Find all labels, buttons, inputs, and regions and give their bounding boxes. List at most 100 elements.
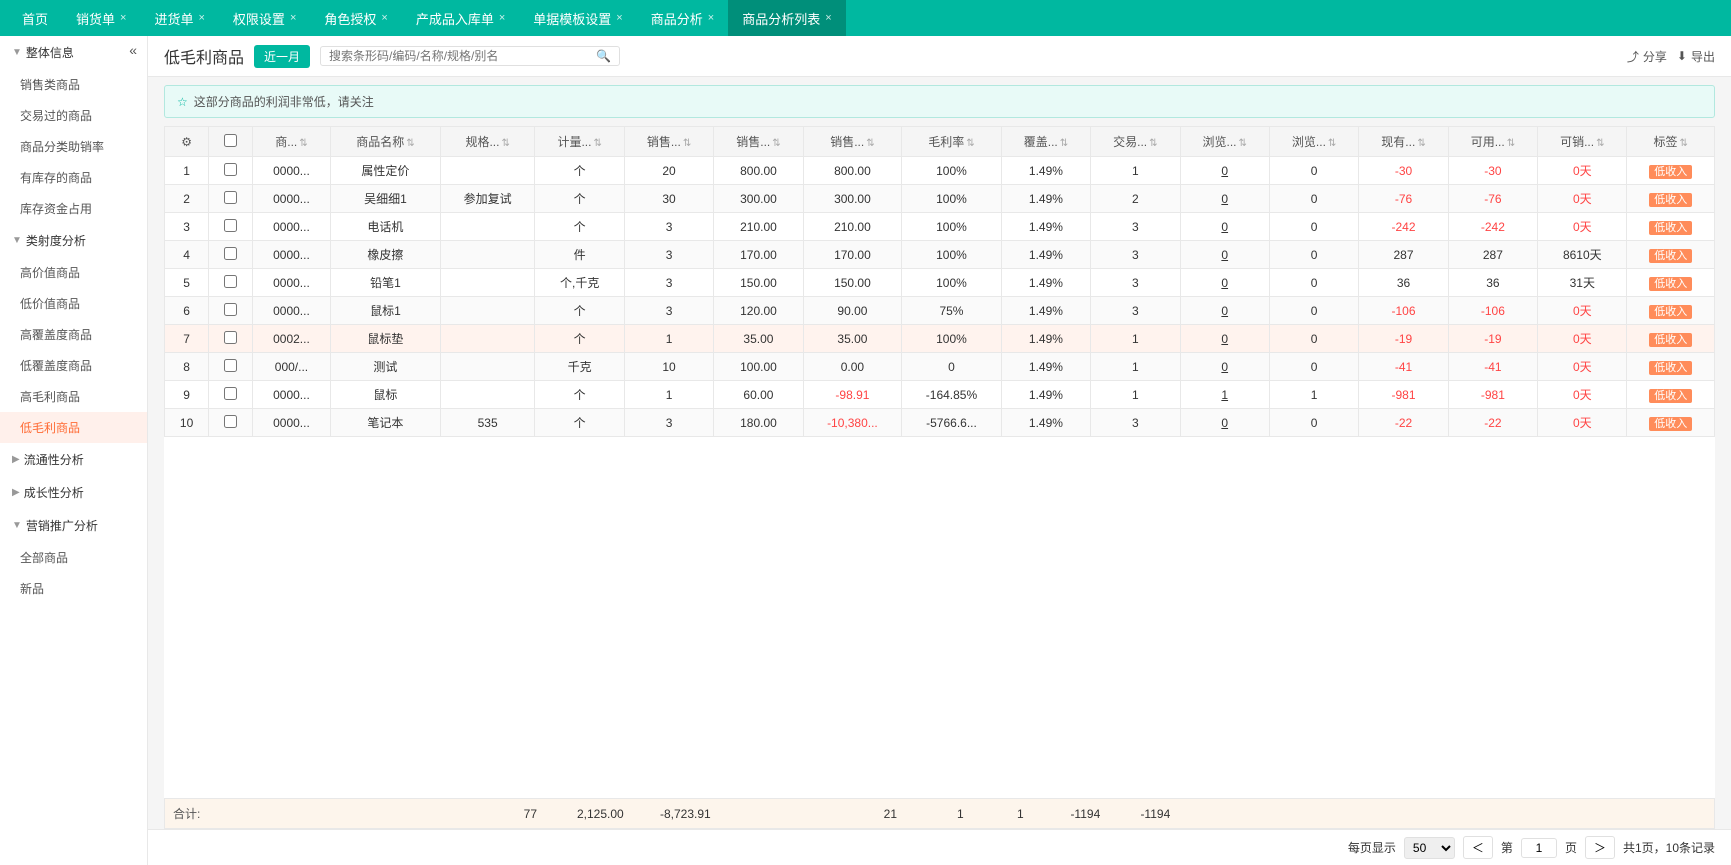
row-views1[interactable]: 0 [1180, 157, 1269, 185]
page-size-select[interactable]: 50 100 200 [1404, 837, 1455, 859]
nav-close-icon[interactable]: × [198, 12, 204, 24]
nav-close-icon[interactable]: × [708, 12, 714, 24]
row-select-checkbox[interactable] [224, 163, 237, 176]
col-views1[interactable]: 浏览...⇅ [1180, 127, 1269, 157]
row-views1[interactable]: 0 [1180, 213, 1269, 241]
sidebar-item-high-value[interactable]: 高价值商品 [0, 257, 147, 288]
row-sales-amount: 100.00 [714, 353, 803, 381]
row-select-checkbox[interactable] [224, 331, 237, 344]
export-button[interactable]: ⬇ 导出 [1677, 48, 1715, 65]
sidebar-collapse-button[interactable]: « [123, 40, 143, 60]
sidebar-item-all-products[interactable]: 全部商品 [0, 542, 147, 573]
col-sales-amount[interactable]: 销售...⇅ [714, 127, 803, 157]
sidebar-item-low-value[interactable]: 低价值商品 [0, 288, 147, 319]
row-checkbox[interactable] [209, 297, 253, 325]
sidebar-item-sales-products[interactable]: 销售类商品 [0, 69, 147, 100]
col-current-stock[interactable]: 现有...⇅ [1359, 127, 1448, 157]
row-checkbox[interactable] [209, 185, 253, 213]
row-select-checkbox[interactable] [224, 275, 237, 288]
search-input[interactable] [329, 49, 596, 63]
sidebar-group-marketing[interactable]: ▼ 营销推广分析 [0, 509, 147, 542]
select-all-checkbox[interactable] [224, 134, 237, 147]
nav-close-icon[interactable]: × [290, 12, 296, 24]
nav-close-icon[interactable]: × [825, 12, 831, 24]
row-views1[interactable]: 0 [1180, 269, 1269, 297]
col-gross-margin[interactable]: 毛利率⇅ [902, 127, 1002, 157]
col-sales-profit[interactable]: 销售...⇅ [803, 127, 902, 157]
row-views1[interactable]: 0 [1180, 185, 1269, 213]
col-sales-qty[interactable]: 销售...⇅ [624, 127, 713, 157]
nav-product-inbound[interactable]: 产成品入库单 × [402, 0, 519, 36]
nav-permissions[interactable]: 权限设置 × [219, 0, 310, 36]
sidebar-item-low-coverage[interactable]: 低覆盖度商品 [0, 350, 147, 381]
row-select-checkbox[interactable] [224, 191, 237, 204]
sidebar-group-growth[interactable]: ▶ 成长性分析 [0, 476, 147, 509]
row-views1[interactable]: 0 [1180, 409, 1269, 437]
nav-product-analysis[interactable]: 商品分析 × [637, 0, 728, 36]
search-icon[interactable]: 🔍 [596, 49, 611, 63]
row-views1[interactable]: 0 [1180, 297, 1269, 325]
row-views1[interactable]: 0 [1180, 241, 1269, 269]
row-select-checkbox[interactable] [224, 247, 237, 260]
sidebar-item-new-products[interactable]: 新品 [0, 573, 147, 604]
row-checkbox[interactable] [209, 325, 253, 353]
row-checkbox[interactable] [209, 409, 253, 437]
row-checkbox[interactable] [209, 213, 253, 241]
row-checkbox[interactable] [209, 353, 253, 381]
nav-close-icon[interactable]: × [120, 12, 126, 24]
row-select-checkbox[interactable] [224, 415, 237, 428]
sidebar-item-low-margin[interactable]: 低毛利商品 [0, 412, 147, 443]
sidebar-item-stock-capital[interactable]: 库存资金占用 [0, 193, 147, 224]
row-checkbox[interactable] [209, 381, 253, 409]
sidebar-item-high-coverage[interactable]: 高覆盖度商品 [0, 319, 147, 350]
row-views1[interactable]: 1 [1180, 381, 1269, 409]
row-views1[interactable]: 0 [1180, 353, 1269, 381]
row-checkbox[interactable] [209, 269, 253, 297]
col-spec[interactable]: 规格...⇅ [440, 127, 535, 157]
col-code[interactable]: 商...⇅ [252, 127, 330, 157]
prev-page-button[interactable]: ＜ [1463, 836, 1493, 859]
col-unit[interactable]: 计量...⇅ [535, 127, 624, 157]
sidebar-group-coverage[interactable]: ▼ 类射度分析 [0, 224, 147, 257]
row-checkbox[interactable] [209, 157, 253, 185]
nav-close-icon[interactable]: × [616, 12, 622, 24]
share-button[interactable]: ⤴ 分享 [1627, 48, 1667, 65]
col-checkbox[interactable] [209, 127, 253, 157]
col-available-stock[interactable]: 可用...⇅ [1448, 127, 1537, 157]
nav-purchase-order[interactable]: 进货单 × [140, 0, 218, 36]
page-number-input[interactable] [1521, 838, 1557, 858]
row-coverage: 1.49% [1001, 213, 1090, 241]
sidebar-item-in-stock[interactable]: 有库存的商品 [0, 162, 147, 193]
col-sellable-days[interactable]: 可销...⇅ [1538, 127, 1627, 157]
col-views2[interactable]: 浏览...⇅ [1269, 127, 1358, 157]
next-page-button[interactable]: ＞ [1585, 836, 1615, 859]
col-settings[interactable]: ⚙ [165, 127, 209, 157]
nav-close-icon[interactable]: × [499, 12, 505, 24]
row-select-checkbox[interactable] [224, 387, 237, 400]
row-select-checkbox[interactable] [224, 303, 237, 316]
col-coverage[interactable]: 覆盖...⇅ [1001, 127, 1090, 157]
nav-role-auth[interactable]: 角色授权 × [310, 0, 401, 36]
col-name[interactable]: 商品名称⇅ [331, 127, 441, 157]
filter-button[interactable]: 近一月 [254, 45, 310, 68]
sidebar-group-overall[interactable]: ▼ 整体信息 [0, 36, 119, 69]
footer-current-stock: -1194 [1050, 807, 1120, 821]
sidebar-item-category-rate[interactable]: 商品分类助销率 [0, 131, 147, 162]
row-checkbox[interactable] [209, 241, 253, 269]
col-tag[interactable]: 标签⇅ [1627, 127, 1715, 157]
tag-badge: 低收入 [1649, 165, 1692, 179]
nav-sales-order[interactable]: 销货单 × [62, 0, 140, 36]
row-select-checkbox[interactable] [224, 359, 237, 372]
nav-template-settings[interactable]: 单据模板设置 × [519, 0, 636, 36]
nav-product-analysis-list[interactable]: 商品分析列表 × [728, 0, 845, 36]
row-sellable-days: 0天 [1538, 157, 1627, 185]
col-trade-count[interactable]: 交易...⇅ [1091, 127, 1180, 157]
sidebar-item-high-margin[interactable]: 高毛利商品 [0, 381, 147, 412]
sidebar-group-flow[interactable]: ▶ 流通性分析 [0, 443, 147, 476]
row-views1[interactable]: 0 [1180, 325, 1269, 353]
row-select-checkbox[interactable] [224, 219, 237, 232]
nav-home[interactable]: 首页 [8, 0, 62, 36]
nav-close-icon[interactable]: × [381, 12, 387, 24]
sidebar-item-traded-products[interactable]: 交易过的商品 [0, 100, 147, 131]
row-sales-qty: 10 [624, 353, 713, 381]
